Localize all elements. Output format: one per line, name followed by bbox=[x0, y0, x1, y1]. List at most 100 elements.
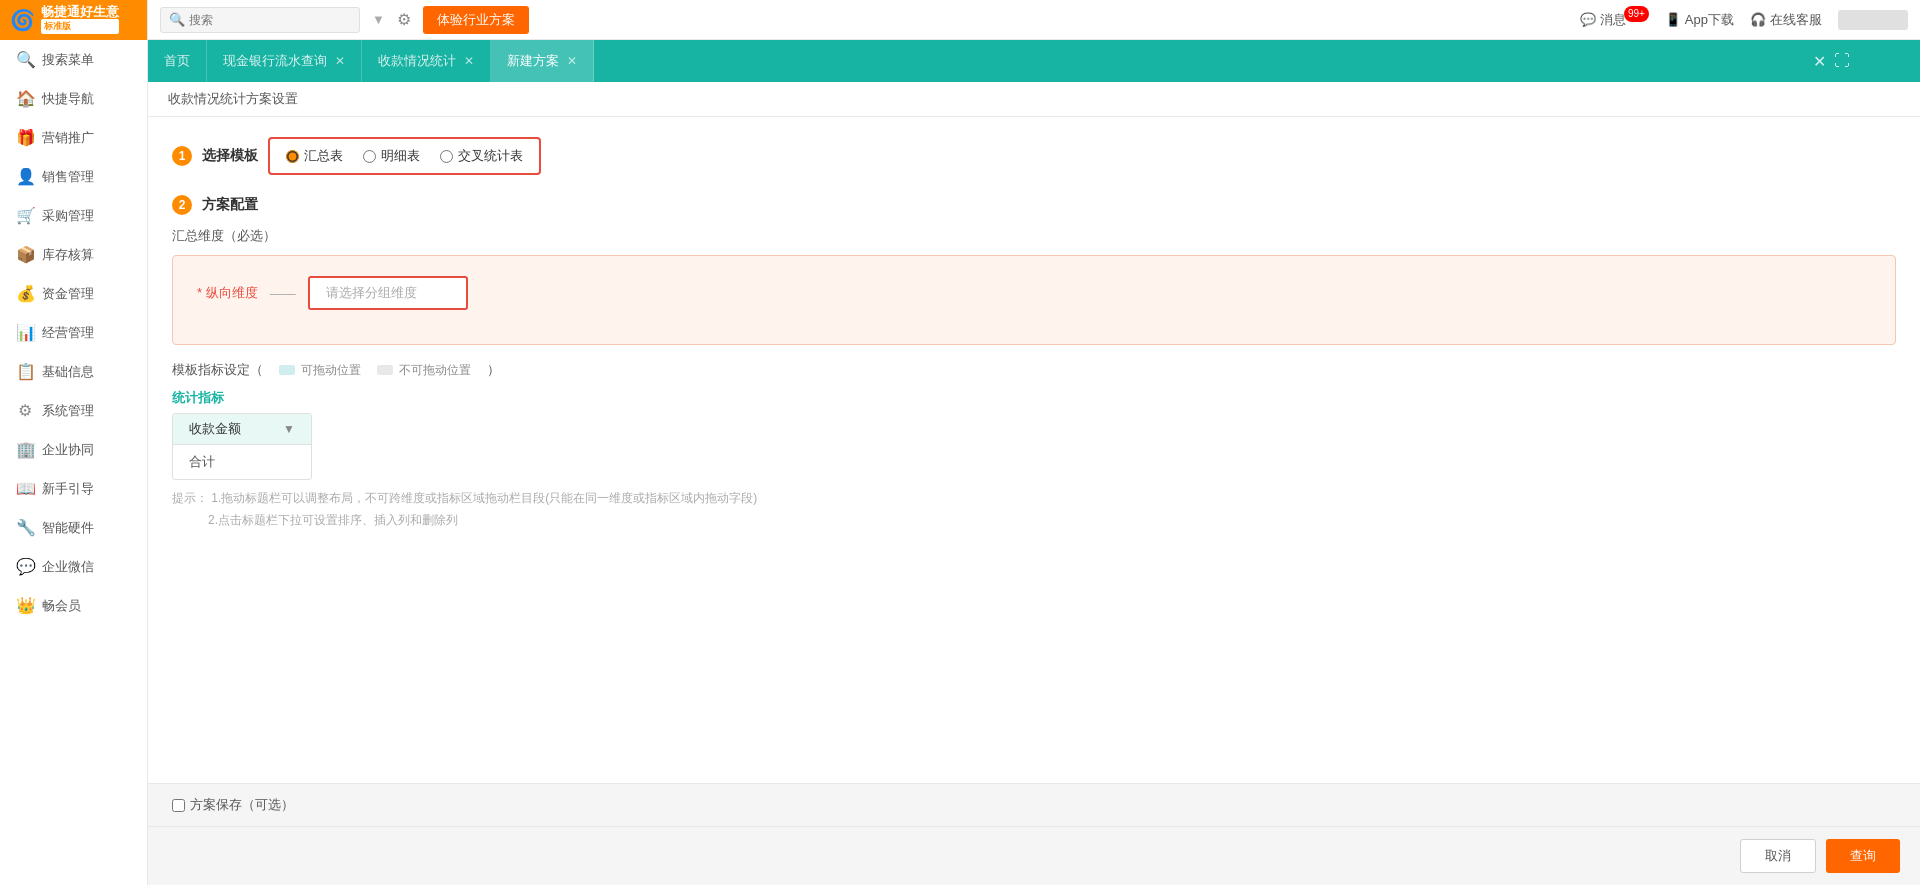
tab-cashflow[interactable]: 现金银行流水查询 ✕ bbox=[207, 40, 362, 82]
draggable-legend: 可拖动位置 bbox=[279, 362, 361, 379]
sidebar-item-label: 快捷导航 bbox=[42, 90, 94, 108]
maximize-btn[interactable]: ⛶ bbox=[1834, 52, 1850, 70]
gift-icon: 🎁 bbox=[16, 128, 34, 147]
tab-new-plan-close[interactable]: ✕ bbox=[567, 54, 577, 68]
app-download-btn[interactable]: 📱 App下载 bbox=[1665, 11, 1734, 29]
logo-name: 畅捷通好生意 bbox=[41, 4, 119, 20]
required-star: * 纵向维度 bbox=[197, 285, 258, 300]
messages-btn[interactable]: 💬 消息 99+ bbox=[1580, 11, 1649, 29]
search-input[interactable] bbox=[189, 13, 349, 27]
tab-cashflow-label: 现金银行流水查询 bbox=[223, 52, 327, 70]
book-icon: 📖 bbox=[16, 479, 34, 498]
tab-collection[interactable]: 收款情况统计 ✕ bbox=[362, 40, 491, 82]
online-support-btn[interactable]: 🎧 在线客服 bbox=[1750, 11, 1822, 29]
sidebar-item-operations[interactable]: 📊 经营管理 bbox=[0, 313, 147, 352]
radio-detail[interactable]: 明细表 bbox=[363, 147, 420, 165]
search-icon: 🔍 bbox=[16, 50, 34, 69]
tip-prefix-1: 提示： bbox=[172, 491, 208, 505]
radio-summary-label: 汇总表 bbox=[304, 147, 343, 165]
radio-cross[interactable]: 交叉统计表 bbox=[440, 147, 523, 165]
person-icon: 👤 bbox=[16, 167, 34, 186]
tip-2: 2.点击标题栏下拉可设置排序、插入列和删除列 bbox=[172, 510, 1896, 532]
user-avatar[interactable] bbox=[1838, 10, 1908, 30]
gear-button[interactable]: ⚙ bbox=[397, 10, 411, 29]
tool-icon: 🔧 bbox=[16, 518, 34, 537]
sidebar-item-label: 智能硬件 bbox=[42, 519, 94, 537]
sidebar-item-system[interactable]: ⚙ 系统管理 bbox=[0, 391, 147, 430]
non-draggable-legend: 不可拖动位置 bbox=[377, 362, 471, 379]
nav-tabs-end: ✕ ⛶ bbox=[1813, 52, 1860, 71]
sidebar-item-purchase[interactable]: 🛒 采购管理 bbox=[0, 196, 147, 235]
dropdown-icon[interactable]: ▼ bbox=[372, 12, 385, 27]
tip-1: 提示： 1.拖动标题栏可以调整布局，不可跨维度或指标区域拖动栏目段(只能在同一维… bbox=[172, 488, 1896, 510]
metrics-table-header[interactable]: 收款金额 ▼ bbox=[173, 414, 311, 445]
metrics-config-title: 模板指标设定（ 可拖动位置 不可拖动位置 ） bbox=[172, 361, 1896, 379]
template-selector: 汇总表 明细表 交叉统计表 bbox=[268, 137, 541, 175]
step1-num: 1 bbox=[172, 146, 192, 166]
radio-detail-label: 明细表 bbox=[381, 147, 420, 165]
chevron-down-icon[interactable]: ▼ bbox=[283, 422, 295, 436]
close-all-btn[interactable]: ✕ bbox=[1813, 52, 1826, 71]
metrics-tables-container: 统计指标 收款金额 ▼ 合计 bbox=[172, 389, 1896, 480]
radio-cross-input[interactable] bbox=[440, 150, 453, 163]
tip-text-2: 2.点击标题栏下拉可设置排序、插入列和删除列 bbox=[208, 513, 458, 527]
sidebar-item-inventory[interactable]: 📦 库存核算 bbox=[0, 235, 147, 274]
sidebar-item-marketing[interactable]: 🎁 营销推广 bbox=[0, 118, 147, 157]
sidebar-item-label: 畅会员 bbox=[42, 597, 81, 615]
breadcrumb: 收款情况统计方案设置 bbox=[148, 82, 1920, 117]
template-radio-group: 汇总表 明细表 交叉统计表 bbox=[286, 147, 523, 165]
sidebar-item-sales[interactable]: 👤 销售管理 bbox=[0, 157, 147, 196]
sidebar-item-label: 基础信息 bbox=[42, 363, 94, 381]
sidebar-item-label: 资金管理 bbox=[42, 285, 94, 303]
cart-icon: 🛒 bbox=[16, 206, 34, 225]
app-icon: 📱 bbox=[1665, 12, 1681, 27]
content-area: 收款情况统计方案设置 1 选择模板 汇总表 bbox=[148, 82, 1920, 885]
crown-icon: 👑 bbox=[16, 596, 34, 615]
sidebar-item-label: 搜索菜单 bbox=[42, 51, 94, 69]
building-icon: 🏢 bbox=[16, 440, 34, 459]
sidebar-item-basic[interactable]: 📋 基础信息 bbox=[0, 352, 147, 391]
save-checkbox[interactable] bbox=[172, 799, 185, 812]
metrics-table: 收款金额 ▼ 合计 bbox=[172, 413, 312, 480]
metrics-config: 模板指标设定（ 可拖动位置 不可拖动位置 ） 统计指标 bbox=[172, 361, 1896, 531]
sidebar-item-nav[interactable]: 🏠 快捷导航 bbox=[0, 79, 147, 118]
summary-dimension-config: 汇总维度（必选） * 纵向维度 —— 请选择分组维度 bbox=[172, 227, 1896, 345]
metrics-title-text: 模板指标设定（ bbox=[172, 361, 263, 379]
tab-home[interactable]: 首页 bbox=[148, 40, 207, 82]
sidebar-item-label: 企业协同 bbox=[42, 441, 94, 459]
dimension-select[interactable]: 请选择分组维度 bbox=[308, 276, 468, 310]
sidebar-item-wechat[interactable]: 💬 企业微信 bbox=[0, 547, 147, 586]
tip-text-1: 1.拖动标题栏可以调整布局，不可跨维度或指标区域拖动栏目段(只能在同一维度或指标… bbox=[211, 491, 757, 505]
sidebar-item-search[interactable]: 🔍 搜索菜单 bbox=[0, 40, 147, 79]
clipboard-icon: 📋 bbox=[16, 362, 34, 381]
sidebar-item-member[interactable]: 👑 畅会员 bbox=[0, 586, 147, 625]
cancel-button[interactable]: 取消 bbox=[1740, 839, 1816, 873]
vertical-label: * 纵向维度 bbox=[197, 284, 258, 302]
sidebar-item-enterprise[interactable]: 🏢 企业协同 bbox=[0, 430, 147, 469]
step2-header: 2 方案配置 bbox=[172, 195, 1896, 215]
sidebar-item-label: 新手引导 bbox=[42, 480, 94, 498]
tab-new-plan[interactable]: 新建方案 ✕ bbox=[491, 40, 594, 82]
query-button[interactable]: 查询 bbox=[1826, 839, 1900, 873]
tab-cashflow-close[interactable]: ✕ bbox=[335, 54, 345, 68]
sidebar-item-label: 销售管理 bbox=[42, 168, 94, 186]
tab-new-plan-label: 新建方案 bbox=[507, 52, 559, 70]
radio-detail-input[interactable] bbox=[363, 150, 376, 163]
radio-summary-input[interactable] bbox=[286, 150, 299, 163]
industry-btn[interactable]: 体验行业方案 bbox=[423, 6, 529, 34]
search-box[interactable]: 🔍 bbox=[160, 7, 360, 33]
sidebar-item-guide[interactable]: 📖 新手引导 bbox=[0, 469, 147, 508]
radio-summary[interactable]: 汇总表 bbox=[286, 147, 343, 165]
dimension-row: * 纵向维度 —— 请选择分组维度 bbox=[197, 276, 1871, 310]
sidebar-item-hardware[interactable]: 🔧 智能硬件 bbox=[0, 508, 147, 547]
step1-title: 选择模板 bbox=[202, 147, 258, 165]
save-checkbox-text: 方案保存（可选） bbox=[190, 796, 294, 814]
tab-collection-close[interactable]: ✕ bbox=[464, 54, 474, 68]
draggable-label: 可拖动位置 bbox=[301, 362, 361, 379]
home-icon: 🏠 bbox=[16, 89, 34, 108]
step1-header: 1 选择模板 汇总表 明细表 bbox=[172, 137, 1896, 175]
save-checkbox-label[interactable]: 方案保存（可选） bbox=[172, 796, 294, 814]
sidebar-item-finance[interactable]: 💰 资金管理 bbox=[0, 274, 147, 313]
sidebar-item-label: 采购管理 bbox=[42, 207, 94, 225]
non-draggable-label: 不可拖动位置 bbox=[399, 362, 471, 379]
